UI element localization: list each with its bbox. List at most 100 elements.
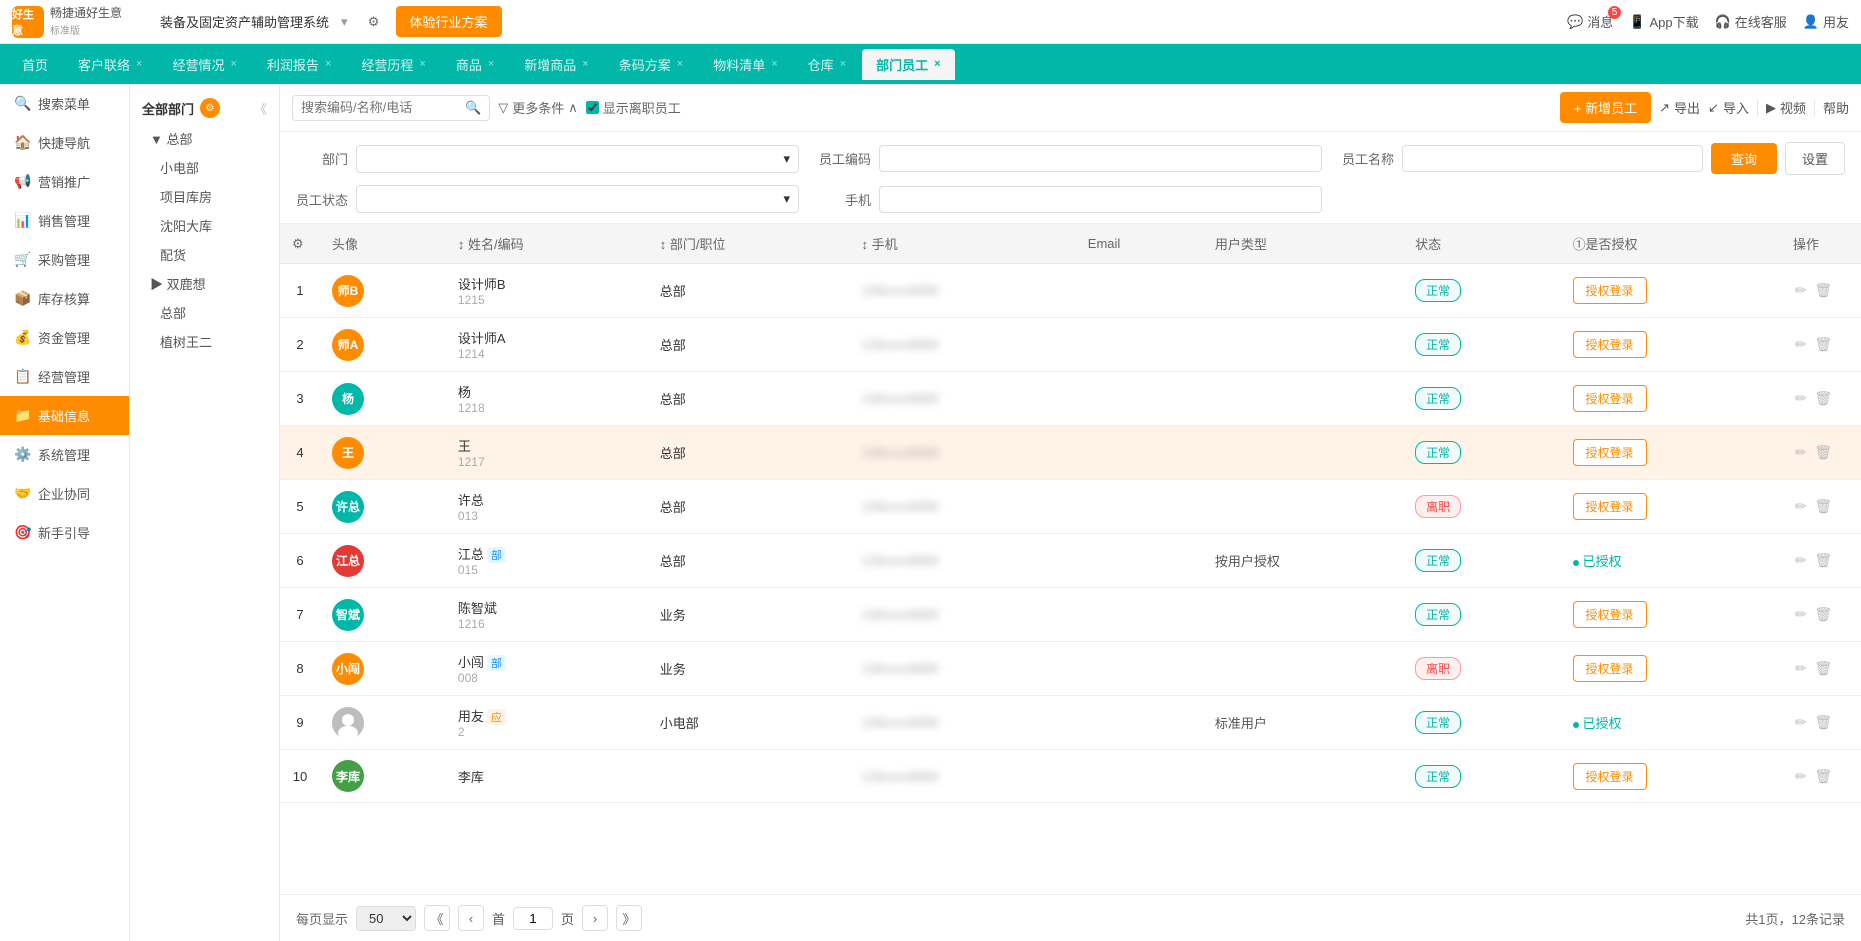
sidebar-item-purchase[interactable]: 🛒 采购管理	[0, 240, 129, 279]
prev-page-button[interactable]: ‹	[458, 905, 484, 931]
sidebar-item-collab[interactable]: 🤝 企业协同	[0, 474, 129, 513]
close-icon[interactable]: ×	[325, 58, 331, 70]
dept-item-xmkf[interactable]: 项目库房	[130, 182, 279, 211]
video-button[interactable]: ▶ 视频	[1766, 98, 1806, 117]
tab-customer[interactable]: 客户联络 ×	[64, 49, 156, 80]
status-filter-select[interactable]: ▾	[356, 185, 799, 213]
auth-button[interactable]: 授权登录	[1573, 493, 1647, 520]
tab-barcode[interactable]: 条码方案 ×	[605, 49, 697, 80]
message-icon-wrap[interactable]: 💬 5 消息	[1567, 12, 1613, 31]
tab-employees[interactable]: 部门员工 ×	[862, 49, 954, 80]
name-filter-input[interactable]	[1402, 145, 1703, 172]
dept-settings-icon[interactable]: ⚙	[200, 98, 220, 118]
edit-icon[interactable]: ✏	[1795, 282, 1807, 298]
query-button[interactable]: 查询	[1711, 143, 1777, 174]
delete-icon[interactable]: 🗑	[1814, 660, 1832, 676]
edit-icon[interactable]: ✏	[1795, 498, 1807, 514]
tab-new-goods[interactable]: 新增商品 ×	[510, 49, 602, 80]
auth-button[interactable]: 授权登录	[1573, 277, 1647, 304]
close-icon[interactable]: ×	[582, 58, 588, 70]
delete-icon[interactable]: 🗑	[1814, 282, 1832, 298]
sidebar-item-search[interactable]: 🔍 搜索菜单	[0, 84, 129, 123]
sidebar-item-guide[interactable]: 🎯 新手引导	[0, 513, 129, 552]
delete-icon[interactable]: 🗑	[1814, 498, 1832, 514]
auth-button[interactable]: 授权登录	[1573, 655, 1647, 682]
sidebar-item-sales[interactable]: 📊 销售管理	[0, 201, 129, 240]
tab-operation[interactable]: 经营情况 ×	[158, 49, 250, 80]
sidebar-item-mgmt[interactable]: 📋 经营管理	[0, 357, 129, 396]
sidebar-item-quicknav[interactable]: 🏠 快捷导航	[0, 123, 129, 162]
tab-goods[interactable]: 商品 ×	[442, 49, 508, 80]
close-icon[interactable]: ×	[677, 58, 683, 70]
show-resigned-checkbox[interactable]	[586, 101, 599, 114]
tab-history[interactable]: 经营历程 ×	[347, 49, 439, 80]
edit-icon[interactable]: ✏	[1795, 660, 1807, 676]
sidebar-item-system[interactable]: ⚙️ 系统管理	[0, 435, 129, 474]
close-icon[interactable]: ×	[230, 58, 236, 70]
tab-home[interactable]: 首页	[8, 49, 62, 80]
dept-item-xdb[interactable]: 小电部	[130, 153, 279, 182]
auth-button[interactable]: 授权登录	[1573, 385, 1647, 412]
phone-filter-input[interactable]	[879, 186, 1322, 213]
edit-icon[interactable]: ✏	[1795, 552, 1807, 568]
close-icon[interactable]: ×	[771, 58, 777, 70]
sidebar-item-marketing[interactable]: 📢 营销推广	[0, 162, 129, 201]
delete-icon[interactable]: 🗑	[1814, 444, 1832, 460]
app-download-link[interactable]: 📱 App下载	[1629, 12, 1698, 31]
delete-icon[interactable]: 🗑	[1814, 336, 1832, 352]
dept-item-zb[interactable]: 总部	[130, 298, 279, 327]
next-page-button[interactable]: ›	[582, 905, 608, 931]
edit-icon[interactable]: ✏	[1795, 444, 1807, 460]
edit-icon[interactable]: ✏	[1795, 390, 1807, 406]
close-icon[interactable]: ×	[934, 58, 940, 70]
dept-item-zswer[interactable]: 植树王二	[130, 327, 279, 356]
page-size-select[interactable]: 50 20 100	[356, 906, 416, 931]
last-page-button[interactable]: 》	[616, 905, 642, 931]
dept-item-ph[interactable]: 配货	[130, 240, 279, 269]
page-number-input[interactable]	[513, 907, 553, 930]
add-employee-button[interactable]: + 新增员工	[1560, 92, 1651, 123]
online-service-link[interactable]: 🎧 在线客服	[1715, 12, 1787, 31]
sidebar-item-inventory[interactable]: 📦 库存核算	[0, 279, 129, 318]
all-depts-label[interactable]: 全部部门	[142, 99, 194, 118]
close-icon[interactable]: ×	[419, 58, 425, 70]
filter-button[interactable]: ▽ 更多条件 ∧	[498, 98, 578, 117]
edit-icon[interactable]: ✏	[1795, 606, 1807, 622]
close-icon[interactable]: ×	[840, 58, 846, 70]
search-input[interactable]	[301, 100, 461, 115]
dept-item-slx[interactable]: ▶ 双鹿想	[130, 269, 279, 298]
close-icon[interactable]: ×	[136, 58, 142, 70]
settings-icon[interactable]: ⚙	[292, 236, 304, 251]
auth-button[interactable]: 授权登录	[1573, 601, 1647, 628]
edit-icon[interactable]: ✏	[1795, 768, 1807, 784]
first-page-button[interactable]: 《	[424, 905, 450, 931]
auth-button[interactable]: 授权登录	[1573, 331, 1647, 358]
trial-button[interactable]: 体验行业方案	[396, 6, 502, 37]
dept-item-hq[interactable]: ▼ 总部	[130, 124, 279, 153]
chevron-down-icon[interactable]: ▾	[341, 14, 348, 30]
auth-button[interactable]: 授权登录	[1573, 763, 1647, 790]
auth-button[interactable]: 授权登录	[1573, 439, 1647, 466]
tab-bom[interactable]: 物料清单 ×	[699, 49, 791, 80]
delete-icon[interactable]: 🗑	[1814, 606, 1832, 622]
tab-profit[interactable]: 利润报告 ×	[253, 49, 345, 80]
dept-filter-select[interactable]: ▾	[356, 145, 799, 173]
delete-icon[interactable]: 🗑	[1814, 714, 1832, 730]
delete-icon[interactable]: 🗑	[1814, 390, 1832, 406]
edit-icon[interactable]: ✏	[1795, 336, 1807, 352]
close-icon[interactable]: ×	[488, 58, 494, 70]
delete-icon[interactable]: 🗑	[1814, 552, 1832, 568]
help-button[interactable]: 帮助	[1823, 98, 1849, 117]
reset-button[interactable]: 设置	[1785, 142, 1845, 175]
edit-icon[interactable]: ✏	[1795, 714, 1807, 730]
code-filter-input[interactable]	[879, 145, 1322, 172]
import-button[interactable]: ↙ 导入	[1708, 98, 1749, 117]
dept-item-sydl[interactable]: 沈阳大库	[130, 211, 279, 240]
delete-icon[interactable]: 🗑	[1814, 768, 1832, 784]
show-resigned-label[interactable]: 显示离职员工	[586, 98, 681, 117]
user-menu[interactable]: 👤 用友	[1803, 12, 1849, 31]
sidebar-item-finance[interactable]: 💰 资金管理	[0, 318, 129, 357]
export-button[interactable]: ↗ 导出	[1659, 98, 1700, 117]
sidebar-item-basic[interactable]: 📁 基础信息	[0, 396, 129, 435]
gear-icon[interactable]: ⚙	[360, 8, 388, 36]
